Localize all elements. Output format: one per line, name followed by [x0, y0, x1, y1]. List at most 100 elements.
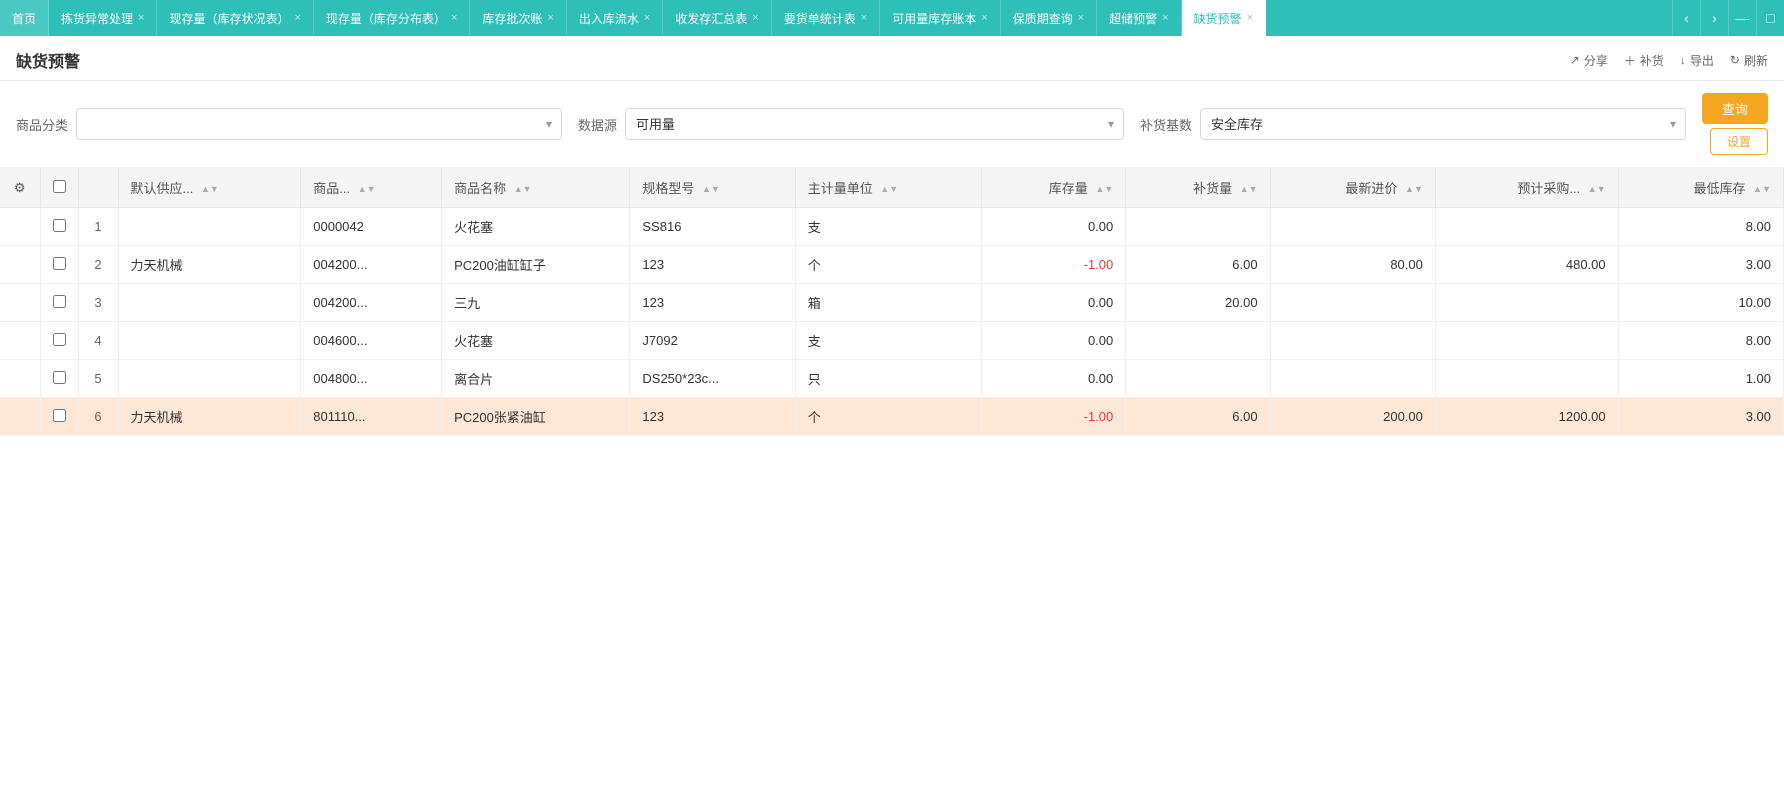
row-spec-1: 123	[630, 246, 795, 284]
row-latest-price-2	[1270, 284, 1435, 322]
tab-close-11[interactable]: ×	[1247, 12, 1253, 24]
page-title: 缺货预警	[16, 48, 80, 72]
th-supplier[interactable]: 默认供应... ▲▼	[118, 168, 301, 208]
th-replenish[interactable]: 补货量 ▲▼	[1126, 168, 1270, 208]
share-button[interactable]: ↗ 分享	[1570, 52, 1608, 69]
row-checkbox-2[interactable]	[53, 295, 66, 308]
th-estimated[interactable]: 预计采购... ▲▼	[1435, 168, 1618, 208]
row-code-2: 004200...	[301, 284, 442, 322]
tab-close-3[interactable]: ×	[451, 12, 457, 24]
tab-prev-button[interactable]: ‹	[1672, 0, 1700, 36]
row-min-stock-0: 8.00	[1618, 208, 1783, 246]
tab-item-2[interactable]: 现存量（库存状况表） ×	[157, 0, 313, 36]
tab-close-6[interactable]: ×	[752, 12, 758, 24]
row-spec-3: J7092	[630, 322, 795, 360]
row-stock-1: -1.00	[981, 246, 1125, 284]
tab-item-0[interactable]: 首页	[0, 0, 49, 36]
tab-close-2[interactable]: ×	[294, 12, 300, 24]
tab-item-3[interactable]: 现存量（库存分布表）×	[314, 0, 470, 36]
category-label: 商品分类	[16, 115, 68, 134]
row-checkbox-3[interactable]	[53, 333, 66, 346]
tab-maximize-button[interactable]: □	[1756, 0, 1784, 36]
row-estimated-1: 480.00	[1435, 246, 1618, 284]
th-stock[interactable]: 库存量 ▲▼	[981, 168, 1125, 208]
tab-close-1[interactable]: ×	[138, 12, 144, 24]
row-supplier-3	[118, 322, 301, 360]
tab-item-1[interactable]: 拣货异常处理×	[49, 0, 157, 36]
table-row: 3004200...三九123箱0.0020.0010.00	[0, 284, 1784, 322]
row-index-5: 6	[78, 398, 118, 436]
row-checkbox-4[interactable]	[53, 371, 66, 384]
select-all-checkbox[interactable]	[53, 180, 66, 193]
tab-bar: 首页拣货异常处理×现存量（库存状况表）×现存量（库存分布表）×库存批次账×出入库…	[0, 0, 1784, 36]
tab-close-10[interactable]: ×	[1162, 12, 1168, 24]
tab-close-8[interactable]: ×	[981, 12, 987, 24]
th-code[interactable]: 商品... ▲▼	[301, 168, 442, 208]
table-body: 10000042火花塞SS816支0.008.002力天机械004200...P…	[0, 208, 1784, 436]
row-replenish-1: 6.00	[1126, 246, 1270, 284]
datasource-label: 数据源	[578, 115, 617, 134]
tab-item-8[interactable]: 可用量库存账本 ×	[880, 0, 1000, 36]
row-unit-2: 箱	[795, 284, 981, 322]
category-select[interactable]	[76, 108, 562, 140]
tab-item-5[interactable]: 出入库流水 ×	[567, 0, 663, 36]
row-replenish-4	[1126, 360, 1270, 398]
th-min-stock[interactable]: 最低库存 ▲▼	[1618, 168, 1783, 208]
row-checkbox-0[interactable]	[53, 219, 66, 232]
row-replenish-0	[1126, 208, 1270, 246]
tab-item-7[interactable]: 要货单统计表 ×	[772, 0, 880, 36]
row-supplier-4	[118, 360, 301, 398]
tab-item-9[interactable]: 保质期查询×	[1001, 0, 1097, 36]
page-header: 缺货预警 ↗ 分享 ＋ 补货 ↓ 导出 ↻ 刷新	[0, 36, 1784, 81]
gear-icon[interactable]: ⚙	[14, 180, 26, 195]
data-table: ⚙ 默认供应... ▲▼ 商品... ▲▼ 商品名称	[0, 168, 1784, 436]
header-actions: ↗ 分享 ＋ 补货 ↓ 导出 ↻ 刷新	[1570, 52, 1768, 69]
replenish-base-select[interactable]: 安全库存 最低库存	[1200, 108, 1686, 140]
tab-item-11[interactable]: 缺货预警×	[1182, 0, 1266, 36]
datasource-select[interactable]: 可用量 库存量	[625, 108, 1124, 140]
tab-label-5: 出入库流水	[579, 10, 639, 27]
tab-label-2: 现存量（库存状况表）	[169, 10, 289, 27]
settings-button[interactable]: 设置	[1710, 128, 1768, 155]
tab-label-7: 要货单统计表	[784, 10, 856, 27]
row-checkbox-cell-1	[40, 246, 78, 284]
tab-nav-buttons: ‹ › — □	[1672, 0, 1784, 36]
export-button[interactable]: ↓ 导出	[1680, 52, 1714, 69]
th-unit[interactable]: 主计量单位 ▲▼	[795, 168, 981, 208]
th-spec[interactable]: 规格型号 ▲▼	[630, 168, 795, 208]
row-unit-4: 只	[795, 360, 981, 398]
row-gear-cell-3	[0, 322, 40, 360]
th-latest-price[interactable]: 最新进价 ▲▼	[1270, 168, 1435, 208]
row-checkbox-cell-5	[40, 398, 78, 436]
tab-item-4[interactable]: 库存批次账×	[470, 0, 566, 36]
row-name-2: 三九	[442, 284, 630, 322]
row-checkbox-1[interactable]	[53, 257, 66, 270]
row-gear-cell-2	[0, 284, 40, 322]
tab-close-9[interactable]: ×	[1078, 12, 1084, 24]
refresh-button[interactable]: ↻ 刷新	[1730, 52, 1768, 69]
tab-item-6[interactable]: 收发存汇总表×	[663, 0, 771, 36]
table-header-row: ⚙ 默认供应... ▲▼ 商品... ▲▼ 商品名称	[0, 168, 1784, 208]
tab-close-5[interactable]: ×	[644, 12, 650, 24]
table-row: 2力天机械004200...PC200油缸缸子123个-1.006.0080.0…	[0, 246, 1784, 284]
th-name[interactable]: 商品名称 ▲▼	[442, 168, 630, 208]
tab-close-4[interactable]: ×	[547, 12, 553, 24]
table-row: 5004800...离合片DS250*23c...只0.001.00	[0, 360, 1784, 398]
tab-item-10[interactable]: 超储预警×	[1097, 0, 1181, 36]
replenish-base-select-wrapper: 安全库存 最低库存 ▾	[1200, 108, 1686, 140]
row-checkbox-5[interactable]	[53, 409, 66, 422]
tab-label-8: 可用量库存账本	[892, 10, 976, 27]
row-latest-price-3	[1270, 322, 1435, 360]
row-supplier-5: 力天机械	[118, 398, 301, 436]
row-checkbox-cell-4	[40, 360, 78, 398]
row-index-0: 1	[78, 208, 118, 246]
th-gear: ⚙	[0, 168, 40, 208]
query-button[interactable]: 查询	[1702, 93, 1768, 124]
tab-next-button[interactable]: ›	[1700, 0, 1728, 36]
tab-close-7[interactable]: ×	[861, 12, 867, 24]
supplier-sort-icon: ▲▼	[201, 185, 219, 194]
replenish-button[interactable]: ＋ 补货	[1624, 52, 1664, 69]
row-stock-4: 0.00	[981, 360, 1125, 398]
tab-minimize-button[interactable]: —	[1728, 0, 1756, 36]
datasource-filter: 数据源 可用量 库存量 ▾	[578, 108, 1124, 140]
